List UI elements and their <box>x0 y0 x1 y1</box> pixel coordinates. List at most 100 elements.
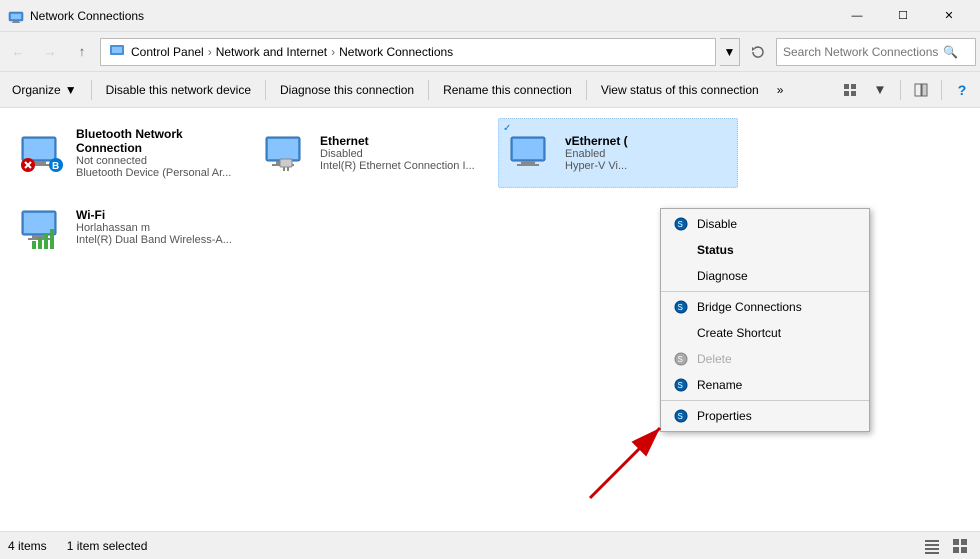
toolbar-separator-5 <box>900 80 901 100</box>
network-info-bluetooth: Bluetooth Network Connection Not connect… <box>76 127 242 179</box>
wifi-icon <box>18 203 66 251</box>
help-button[interactable]: ? <box>948 76 976 104</box>
network-item-wifi[interactable]: Wi-Fi Horlahassan m Intel(R) Dual Band W… <box>10 192 250 262</box>
ctx-properties[interactable]: S Properties <box>661 403 869 429</box>
items-count: 4 items <box>8 539 47 553</box>
network-name-ethernet: Ethernet <box>320 134 486 148</box>
network-info-wifi: Wi-Fi Horlahassan m Intel(R) Dual Band W… <box>76 208 242 246</box>
network-status-wifi: Horlahassan m <box>76 222 242 234</box>
network-info-ethernet: Ethernet Disabled Intel(R) Ethernet Conn… <box>320 134 486 172</box>
ctx-status-label: Status <box>697 243 734 257</box>
network-item-ethernet[interactable]: Ethernet Disabled Intel(R) Ethernet Conn… <box>254 118 494 188</box>
address-bar: ← → ↑ Control Panel › Network and Intern… <box>0 32 980 72</box>
ctx-shortcut[interactable]: Create Shortcut <box>661 320 869 346</box>
svg-text:S: S <box>678 412 683 421</box>
forward-button[interactable]: → <box>36 38 64 66</box>
bluetooth-icon: B <box>18 129 66 177</box>
network-name-wifi: Wi-Fi <box>76 208 242 222</box>
svg-text:S: S <box>678 220 683 229</box>
network-details-vethernet: Hyper-V Vi... <box>565 160 725 172</box>
network-item-vethernet[interactable]: ✓ vEthernet ( Enabled Hyper-V Vi... <box>498 118 738 188</box>
title-bar: Network Connections — ☐ ✕ <box>0 0 980 32</box>
svg-text:B: B <box>52 161 59 172</box>
network-name-vethernet: vEthernet ( <box>565 134 729 148</box>
tiles-view-button[interactable] <box>948 534 972 558</box>
search-icon: 🔍 <box>943 45 958 59</box>
ctx-disable[interactable]: S Disable <box>661 211 869 237</box>
svg-text:S: S <box>678 303 683 312</box>
network-item-bluetooth[interactable]: B Bluetooth Network Connection Not conne… <box>10 118 250 188</box>
svg-text:S: S <box>678 381 683 390</box>
minimize-button[interactable]: — <box>834 0 880 32</box>
network-status-ethernet: Disabled <box>320 148 486 160</box>
preview-pane-button[interactable] <box>907 76 935 104</box>
breadcrumb-icon <box>109 42 125 61</box>
network-info-vethernet: vEthernet ( Enabled Hyper-V Vi... <box>565 134 729 172</box>
ctx-bridge-icon: S <box>673 299 689 315</box>
ctx-properties-icon: S <box>673 408 689 424</box>
search-input[interactable] <box>783 45 943 59</box>
address-breadcrumb[interactable]: Control Panel › Network and Internet › N… <box>100 38 716 66</box>
toolbar-separator-3 <box>428 80 429 100</box>
ctx-separator-1 <box>661 291 869 292</box>
more-button[interactable]: » <box>769 76 792 104</box>
breadcrumb-control-panel[interactable]: Control Panel <box>131 45 204 59</box>
breadcrumb-network-internet[interactable]: Network and Internet <box>216 45 327 59</box>
ctx-properties-label: Properties <box>697 409 752 423</box>
ctx-delete[interactable]: S Delete <box>661 346 869 372</box>
svg-text:S: S <box>678 355 683 364</box>
window-title: Network Connections <box>30 9 834 23</box>
network-details-wifi: Intel(R) Dual Band Wireless-A... <box>76 234 236 246</box>
ctx-separator-2 <box>661 400 869 401</box>
ctx-disable-label: Disable <box>697 217 737 231</box>
toolbar-separator-4 <box>586 80 587 100</box>
ctx-bridge[interactable]: S Bridge Connections <box>661 294 869 320</box>
organize-button[interactable]: Organize ▼ <box>4 76 85 104</box>
search-box[interactable]: 🔍 <box>776 38 976 66</box>
ctx-delete-icon: S <box>673 351 689 367</box>
ctx-diagnose-icon <box>673 268 689 284</box>
network-details-ethernet: Intel(R) Ethernet Connection I... <box>320 160 480 172</box>
back-button[interactable]: ← <box>4 38 32 66</box>
ctx-bridge-label: Bridge Connections <box>697 300 802 314</box>
ethernet-icon <box>262 129 310 177</box>
network-status-vethernet: Enabled <box>565 148 729 160</box>
context-menu: S Disable Status Diagnose S Bridge Conne… <box>660 208 870 432</box>
ctx-rename[interactable]: S Rename <box>661 372 869 398</box>
ctx-shortcut-label: Create Shortcut <box>697 326 781 340</box>
toolbar-separator-2 <box>265 80 266 100</box>
toolbar: Organize ▼ Disable this network device D… <box>0 72 980 108</box>
up-button[interactable]: ↑ <box>68 38 96 66</box>
close-button[interactable]: ✕ <box>926 0 972 32</box>
toolbar-right: ▼ ? <box>836 76 976 104</box>
breadcrumb-network-connections[interactable]: Network Connections <box>339 45 453 59</box>
view-dropdown-button[interactable]: ▼ <box>866 76 894 104</box>
network-status-bluetooth: Not connected <box>76 155 242 167</box>
ctx-status-icon <box>673 242 689 258</box>
toolbar-separator-6 <box>941 80 942 100</box>
disable-device-button[interactable]: Disable this network device <box>98 76 259 104</box>
ctx-rename-label: Rename <box>697 378 742 392</box>
diagnose-button[interactable]: Diagnose this connection <box>272 76 422 104</box>
network-details-bluetooth: Bluetooth Device (Personal Ar... <box>76 167 236 179</box>
toolbar-separator-1 <box>91 80 92 100</box>
ctx-status[interactable]: Status <box>661 237 869 263</box>
breadcrumb-dropdown[interactable]: ▼ <box>720 38 740 66</box>
ctx-rename-icon: S <box>673 377 689 393</box>
window-icon <box>8 8 24 24</box>
network-name-bluetooth: Bluetooth Network Connection <box>76 127 242 155</box>
ctx-diagnose-label: Diagnose <box>697 269 748 283</box>
title-bar-buttons: — ☐ ✕ <box>834 0 972 32</box>
view-icons-button[interactable] <box>836 76 864 104</box>
vethernet-icon <box>507 129 555 177</box>
ctx-diagnose[interactable]: Diagnose <box>661 263 869 289</box>
view-status-button[interactable]: View status of this connection <box>593 76 767 104</box>
status-bar: 4 items 1 item selected <box>0 531 980 559</box>
maximize-button[interactable]: ☐ <box>880 0 926 32</box>
content-area: B Bluetooth Network Connection Not conne… <box>0 108 980 531</box>
refresh-button[interactable] <box>744 38 772 66</box>
details-view-button[interactable] <box>920 534 944 558</box>
ctx-delete-label: Delete <box>697 352 732 366</box>
rename-button[interactable]: Rename this connection <box>435 76 580 104</box>
items-selected: 1 item selected <box>67 539 148 553</box>
